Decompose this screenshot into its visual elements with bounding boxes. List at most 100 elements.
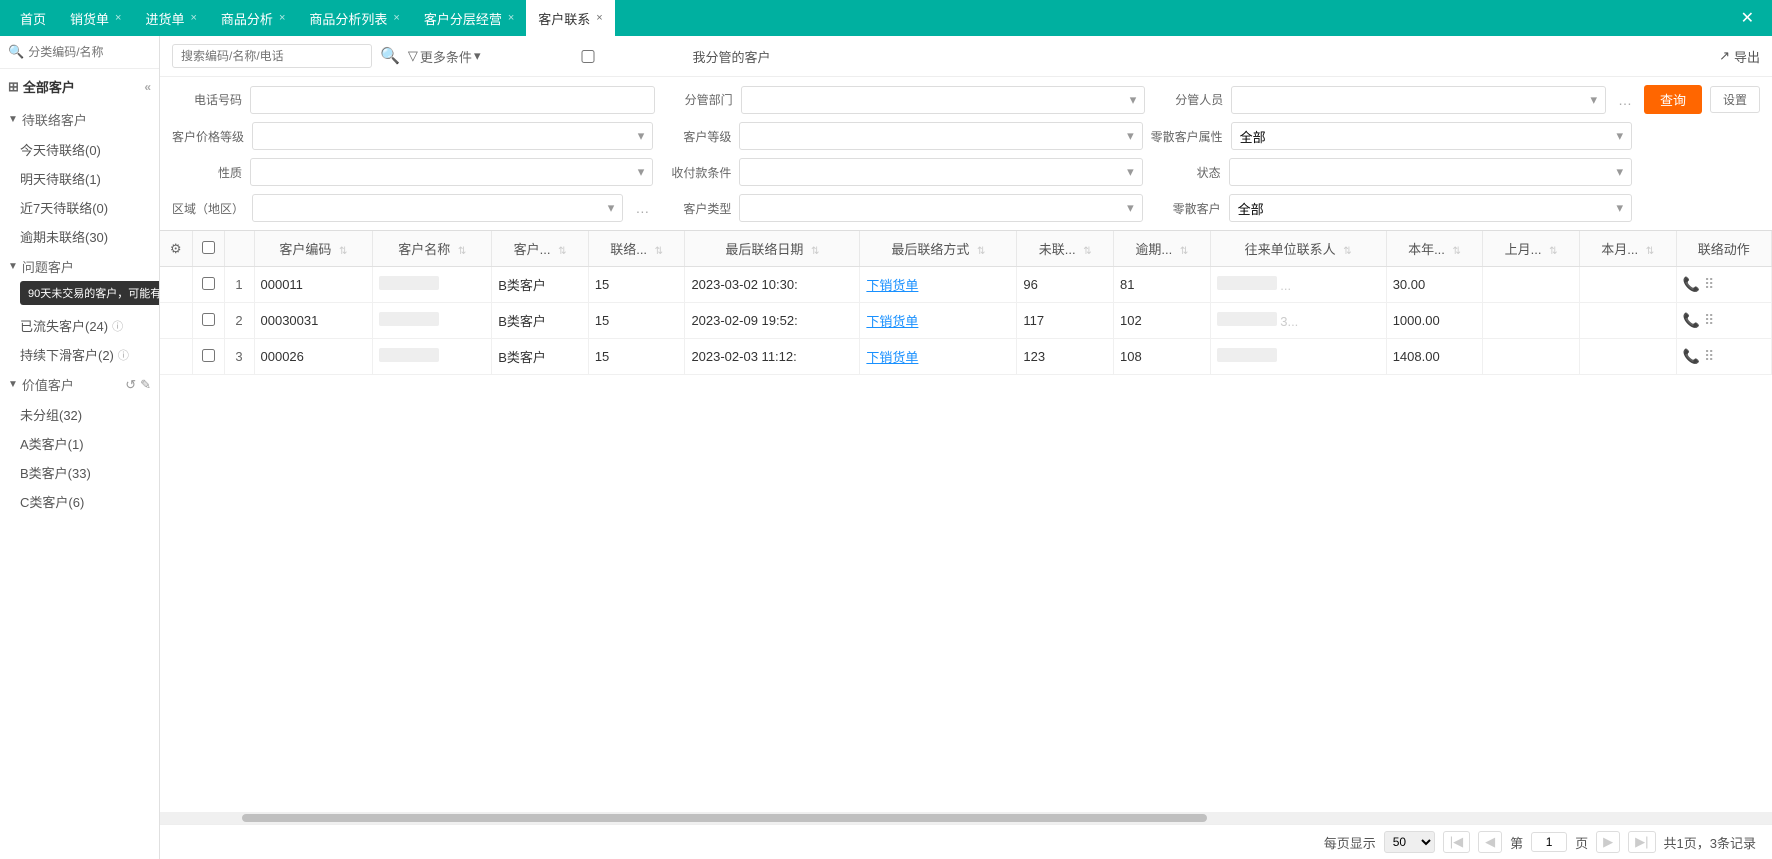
th-this-year[interactable]: 本年... ⇅ [1386,231,1483,267]
th-last-method[interactable]: 最后联络方式 ⇅ [860,231,1017,267]
export-button[interactable]: ↗ 导出 [1719,47,1760,66]
sidebar-item-c-class[interactable]: C类客户(6) [0,487,159,516]
scrollbar-thumb[interactable] [242,814,1207,822]
more-conditions-button[interactable]: ▽ 更多条件 ▾ [408,47,481,66]
label-price-grade: 客户价格等级 [172,128,244,145]
td-type: B类客户 [492,267,589,303]
select-status[interactable]: ▾ [1229,158,1632,186]
row-checkbox[interactable] [202,277,215,290]
close-icon[interactable]: × [190,12,196,24]
search-button[interactable]: 🔍 [380,46,400,66]
th-last-month[interactable]: 上月... ⇅ [1483,231,1580,267]
page-input[interactable] [1531,832,1567,852]
th-unlinked-days[interactable]: 未联... ⇅ [1017,231,1114,267]
top-nav: 首页 销货单 × 进货单 × 商品分析 × 商品分析列表 × 客户分层经营 × … [0,0,1772,36]
select-all-checkbox[interactable] [202,241,215,254]
select-scatter-cust[interactable]: 全部▾ [1229,194,1632,222]
select-nature[interactable]: ▾ [250,158,653,186]
select-dept[interactable]: ▾ [741,86,1146,114]
nav-tab-purchase[interactable]: 进货单 × [133,0,208,36]
section-problem-customers[interactable]: ▼ 问题客户 [0,251,159,282]
phone-icon[interactable]: 📞 [1683,276,1700,293]
th-this-month[interactable]: 本月... ⇅ [1579,231,1676,267]
phone-icon[interactable]: 📞 [1683,348,1700,365]
section-value-customers[interactable]: ▼ 价值客户 ↺ ✎ [0,369,159,400]
td-last-method[interactable]: 下销货单 [860,303,1017,339]
search-input[interactable] [172,44,372,68]
phone-icon[interactable]: 📞 [1683,312,1700,329]
ellipsis-icon[interactable]: … [631,200,653,216]
sidebar-item-tomorrow[interactable]: 明天待联络(1) [0,164,159,193]
th-last-date[interactable]: 最后联络日期 ⇅ [685,231,860,267]
sidebar-item-today[interactable]: 今天待联络(0) [0,135,159,164]
th-code[interactable]: 客户编码 ⇅ [254,231,373,267]
td-last-date: 2023-03-02 10:30: [685,267,860,303]
select-price-grade[interactable]: ▾ [252,122,653,150]
close-icon[interactable]: × [115,12,121,24]
select-scatter-attr[interactable]: 全部▾ [1231,122,1632,150]
nav-tab-analysis-list[interactable]: 商品分析列表 × [297,0,411,36]
td-last-date: 2023-02-03 11:12: [685,339,860,375]
select-region[interactable]: ▾ [252,194,623,222]
per-page-select[interactable]: 50 20 100 [1384,831,1435,853]
settings-icon[interactable]: ⚙ [170,241,182,256]
arrow-icon: ▼ [8,261,18,272]
edit-icon[interactable]: ✎ [140,377,151,393]
select-person[interactable]: ▾ [1231,86,1606,114]
sidebar-item-a-class[interactable]: A类客户(1) [0,429,159,458]
th-contact-count[interactable]: 联络... ⇅ [588,231,685,267]
more-actions-icon[interactable]: ⠿ [1704,312,1714,329]
select-payment[interactable]: ▾ [739,158,1142,186]
filter-row-2: 客户价格等级 ▾ 客户等级 ▾ 零散客户属性 全部▾ [172,122,1760,150]
nav-tab-analysis[interactable]: 商品分析 × [209,0,297,36]
last-method-link[interactable]: 下销货单 [866,314,918,329]
last-method-link[interactable]: 下销货单 [866,350,918,365]
close-icon[interactable]: × [279,12,285,24]
collapse-icon[interactable]: « [144,80,151,94]
td-contact-count: 15 [588,339,685,375]
my-customers-checkbox-label[interactable]: 我分管的客户 [488,47,770,66]
nav-tab-customer-layer[interactable]: 客户分层经营 × [412,0,526,36]
query-button[interactable]: 查询 [1644,85,1702,114]
first-page-button[interactable]: |◀ [1443,831,1470,853]
nav-home[interactable]: 首页 [8,0,58,36]
th-type[interactable]: 客户... ⇅ [492,231,589,267]
all-customers-header[interactable]: ⊞ 全部客户 « [0,69,159,104]
ellipsis-icon[interactable]: … [1614,92,1636,108]
sidebar-item-declining[interactable]: 持续下滑客户(2) ⓘ [0,340,159,369]
input-phone[interactable] [250,86,655,114]
nav-tab-sales[interactable]: 销货单 × [58,0,133,36]
close-icon[interactable]: × [393,12,399,24]
last-page-button[interactable]: ▶| [1628,831,1655,853]
select-cust-type[interactable]: ▾ [739,194,1142,222]
sidebar-item-b-class[interactable]: B类客户(33) [0,458,159,487]
td-last-method[interactable]: 下销货单 [860,339,1017,375]
row-checkbox[interactable] [202,313,215,326]
sidebar-search-input[interactable] [28,45,160,59]
sidebar-item-ungrouped[interactable]: 未分组(32) [0,400,159,429]
section-pending-contact[interactable]: ▼ 待联络客户 [0,104,159,135]
th-person[interactable]: 往来单位联系人 ⇅ [1210,231,1386,267]
select-cust-grade[interactable]: ▾ [739,122,1142,150]
last-method-link[interactable]: 下销货单 [866,278,918,293]
my-customers-checkbox[interactable] [488,50,688,63]
horizontal-scrollbar[interactable] [160,812,1772,824]
sidebar-item-overdue[interactable]: 逾期未联络(30) [0,222,159,251]
more-actions-icon[interactable]: ⠿ [1704,348,1714,365]
row-checkbox[interactable] [202,349,215,362]
grid-icon: ⊞ [8,79,19,95]
settings-button[interactable]: 设置 [1710,86,1760,113]
th-name[interactable]: 客户名称 ⇅ [373,231,492,267]
sidebar-item-churned[interactable]: 已流失客户(24) ⓘ [0,311,159,340]
close-icon[interactable]: × [596,12,602,24]
prev-page-button[interactable]: ◀ [1478,831,1502,853]
nav-tab-customer-contact[interactable]: 客户联系 × [526,0,614,36]
td-last-method[interactable]: 下销货单 [860,267,1017,303]
close-icon[interactable]: × [508,12,514,24]
th-overdue[interactable]: 逾期... ⇅ [1114,231,1211,267]
sidebar-item-7days[interactable]: 近7天待联络(0) [0,193,159,222]
refresh-icon[interactable]: ↺ [125,377,136,393]
more-actions-icon[interactable]: ⠿ [1704,276,1714,293]
window-close-button[interactable]: ✕ [1731,8,1764,28]
next-page-button[interactable]: ▶ [1596,831,1620,853]
